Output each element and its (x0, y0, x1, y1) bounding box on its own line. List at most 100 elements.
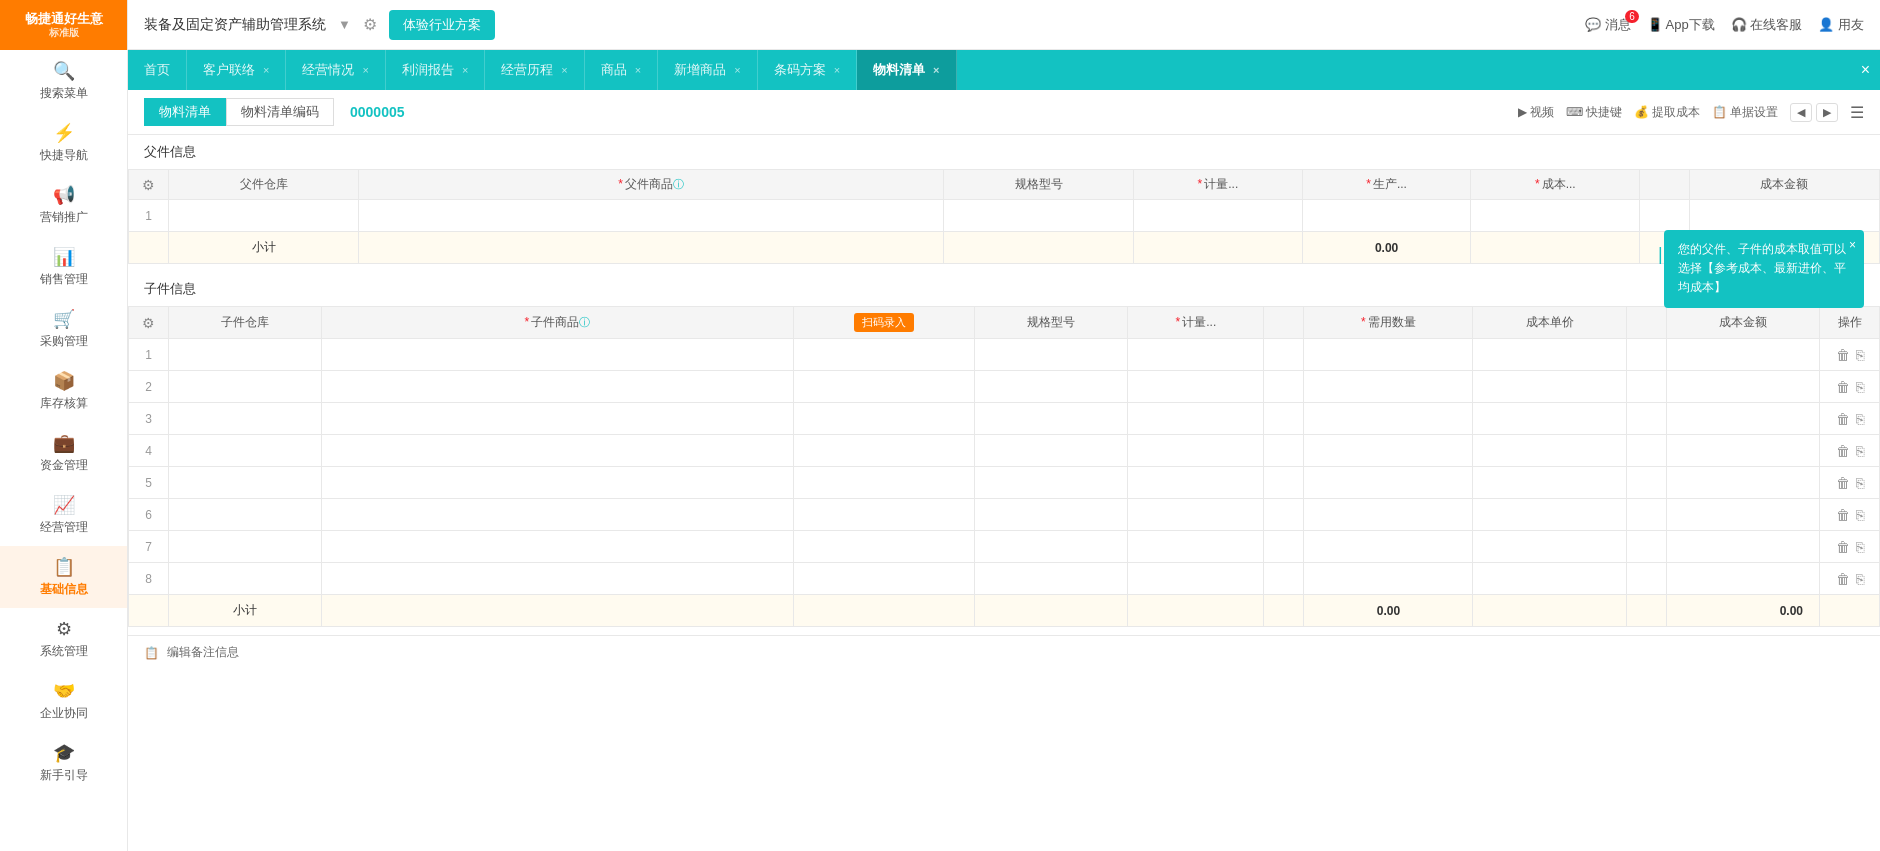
list-view-icon[interactable]: ☰ (1850, 103, 1864, 122)
child-product-cell[interactable] (322, 563, 793, 595)
child-spec-cell[interactable] (975, 499, 1128, 531)
delete-icon[interactable]: 🗑 (1836, 539, 1850, 555)
settings-icon[interactable]: ⚙ (363, 15, 377, 34)
tab-barcode[interactable]: 条码方案 × (758, 50, 857, 90)
child-unit-cost-cell[interactable] (1473, 435, 1626, 467)
user-menu[interactable]: 👤 用友 (1818, 16, 1864, 34)
child-warehouse-cell[interactable] (169, 531, 322, 563)
sidebar-item-enterprise[interactable]: 🤝 企业协同 (0, 670, 127, 732)
child-col-settings[interactable]: ⚙ (129, 307, 169, 339)
child-product-cell[interactable] (322, 371, 793, 403)
shortcut-btn[interactable]: ⌨ 快捷键 (1566, 104, 1622, 121)
child-spec-cell[interactable] (975, 435, 1128, 467)
child-qty-cell[interactable] (1304, 563, 1473, 595)
delete-icon[interactable]: 🗑 (1836, 347, 1850, 363)
child-unit-cell[interactable] (1128, 499, 1264, 531)
child-spec-cell[interactable] (975, 467, 1128, 499)
tab-history[interactable]: 经营历程 × (485, 50, 584, 90)
child-qty-cell[interactable] (1304, 531, 1473, 563)
copy-icon[interactable]: ⎘ (1856, 443, 1864, 459)
tab-new-goods[interactable]: 新增商品 × (658, 50, 757, 90)
child-product-cell[interactable] (322, 339, 793, 371)
child-warehouse-cell[interactable] (169, 467, 322, 499)
parent-warehouse-cell[interactable] (169, 200, 359, 232)
parent-spec-cell[interactable] (943, 200, 1133, 232)
close-icon[interactable]: × (734, 64, 740, 76)
video-btn[interactable]: ▶ 视频 (1518, 104, 1554, 121)
parent-production-cell[interactable] (1302, 200, 1471, 232)
child-spec-cell[interactable] (975, 371, 1128, 403)
child-qty-cell[interactable] (1304, 339, 1473, 371)
child-unit-cell[interactable] (1128, 403, 1264, 435)
child-warehouse-cell[interactable] (169, 403, 322, 435)
child-unit-cell[interactable] (1128, 371, 1264, 403)
sidebar-item-marketing[interactable]: 📢 营销推广 (0, 174, 127, 236)
copy-icon[interactable]: ⎘ (1856, 507, 1864, 523)
delete-icon[interactable]: 🗑 (1836, 443, 1850, 459)
close-icon[interactable]: × (462, 64, 468, 76)
child-qty-cell[interactable] (1304, 435, 1473, 467)
close-icon[interactable]: × (635, 64, 641, 76)
child-unit-cell[interactable] (1128, 467, 1264, 499)
child-warehouse-cell[interactable] (169, 339, 322, 371)
child-unit-cell[interactable] (1128, 531, 1264, 563)
sub-tab-bom-code[interactable]: 物料清单编码 (226, 98, 334, 126)
child-product-cell[interactable] (322, 435, 793, 467)
child-spec-cell[interactable] (975, 563, 1128, 595)
sidebar-item-operations[interactable]: 📈 经营管理 (0, 484, 127, 546)
sidebar-item-sales[interactable]: 📊 销售管理 (0, 236, 127, 298)
tab-customer[interactable]: 客户联络 × (187, 50, 286, 90)
child-unit-cost-cell[interactable] (1473, 563, 1626, 595)
child-spec-cell[interactable] (975, 403, 1128, 435)
extract-cost-btn[interactable]: 💰 提取成本 (1634, 104, 1700, 121)
sidebar-item-system[interactable]: ⚙ 系统管理 (0, 608, 127, 670)
trial-button[interactable]: 体验行业方案 (389, 10, 495, 40)
copy-icon[interactable]: ⎘ (1856, 475, 1864, 491)
copy-icon[interactable]: ⎘ (1856, 379, 1864, 395)
dropdown-icon[interactable]: ▼ (338, 17, 351, 32)
child-product-cell[interactable] (322, 403, 793, 435)
tab-goods[interactable]: 商品 × (585, 50, 658, 90)
close-icon[interactable]: × (263, 64, 269, 76)
child-qty-cell[interactable] (1304, 467, 1473, 499)
copy-icon[interactable]: ⎘ (1856, 411, 1864, 427)
copy-icon[interactable]: ⎘ (1856, 347, 1864, 363)
sidebar-item-guide[interactable]: 🎓 新手引导 (0, 732, 127, 794)
close-icon[interactable]: × (834, 64, 840, 76)
online-support-btn[interactable]: 🎧 在线客服 (1731, 16, 1803, 34)
parent-col-settings[interactable]: ⚙ (129, 170, 169, 200)
child-qty-cell[interactable] (1304, 371, 1473, 403)
gear-icon[interactable]: ⚙ (142, 177, 155, 193)
child-unit-cost-cell[interactable] (1473, 467, 1626, 499)
sidebar-item-finance[interactable]: 💼 资金管理 (0, 422, 127, 484)
child-product-cell[interactable] (322, 499, 793, 531)
prev-btn[interactable]: ◀ (1790, 103, 1812, 122)
tab-profit[interactable]: 利润报告 × (386, 50, 485, 90)
sidebar-item-basic-info[interactable]: 📋 基础信息 (0, 546, 127, 608)
next-btn[interactable]: ▶ (1816, 103, 1838, 122)
sidebar-item-search[interactable]: 🔍 搜索菜单 (0, 50, 127, 112)
message-btn[interactable]: 💬 消息 6 (1585, 16, 1631, 34)
child-warehouse-cell[interactable] (169, 435, 322, 467)
nav-close-icon[interactable]: × (1851, 61, 1880, 79)
parent-unit-cell[interactable] (1134, 200, 1303, 232)
copy-icon[interactable]: ⎘ (1856, 539, 1864, 555)
tab-bom[interactable]: 物料清单 × (857, 50, 956, 90)
tooltip-close-btn[interactable]: × (1849, 236, 1856, 255)
delete-icon[interactable]: 🗑 (1836, 411, 1850, 427)
child-unit-cell[interactable] (1128, 339, 1264, 371)
doc-settings-btn[interactable]: 📋 单据设置 (1712, 104, 1778, 121)
child-warehouse-cell[interactable] (169, 563, 322, 595)
sidebar-item-purchase[interactable]: 🛒 采购管理 (0, 298, 127, 360)
parent-product-cell[interactable] (359, 200, 944, 232)
delete-icon[interactable]: 🗑 (1836, 571, 1850, 587)
scan-button[interactable]: 扫码录入 (854, 313, 914, 332)
child-product-cell[interactable] (322, 467, 793, 499)
sidebar-item-inventory[interactable]: 📦 库存核算 (0, 360, 127, 422)
tab-home[interactable]: 首页 (128, 50, 187, 90)
close-icon[interactable]: × (362, 64, 368, 76)
child-unit-cost-cell[interactable] (1473, 339, 1626, 371)
copy-icon[interactable]: ⎘ (1856, 571, 1864, 587)
gear-icon[interactable]: ⚙ (142, 315, 155, 331)
close-icon[interactable]: × (561, 64, 567, 76)
